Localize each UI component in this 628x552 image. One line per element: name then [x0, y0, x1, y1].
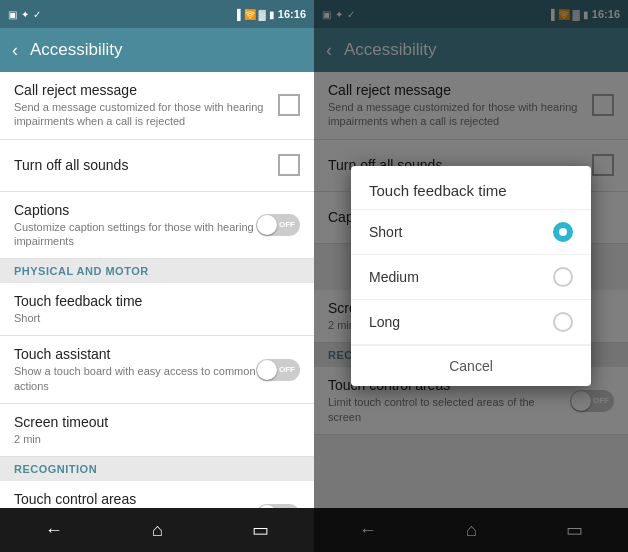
battery-icon: ▮ [269, 9, 275, 20]
touch-assistant-item[interactable]: Touch assistant Show a touch board with … [0, 336, 314, 404]
touch-feedback-subtitle: Short [14, 311, 300, 325]
captions-toggle-label: OFF [279, 220, 295, 229]
touch-control-text: Touch control areas Limit touch control … [14, 491, 256, 508]
call-reject-text: Call reject message Send a message custo… [14, 82, 278, 129]
screenshot-icon: ▣ [8, 9, 17, 20]
left-status-bar: ▣ ✦ ✓ ▐ 🛜 ▓ ▮ 16:16 [0, 0, 314, 28]
sounds-title: Turn off all sounds [14, 157, 278, 173]
touch-control-item[interactable]: Touch control areas Limit touch control … [0, 481, 314, 508]
call-reject-subtitle: Send a message customized for those with… [14, 100, 278, 129]
call-reject-item[interactable]: Call reject message Send a message custo… [0, 72, 314, 140]
captions-toggle[interactable]: OFF [256, 214, 300, 236]
screen-timeout-item[interactable]: Screen timeout 2 min [0, 404, 314, 457]
check-icon: ✓ [33, 9, 41, 20]
left-status-right: ▐ 🛜 ▓ ▮ 16:16 [233, 8, 306, 20]
touch-assistant-toggle-knob [257, 360, 277, 380]
dialog-option-medium[interactable]: Medium [351, 255, 591, 300]
screen-timeout-text: Screen timeout 2 min [14, 414, 300, 446]
captions-toggle-knob [257, 215, 277, 235]
sounds-item[interactable]: Turn off all sounds [0, 140, 314, 192]
dialog-long-label: Long [369, 314, 400, 330]
captions-text: Captions Customize caption settings for … [14, 202, 256, 249]
captions-subtitle: Customize caption settings for those wit… [14, 220, 256, 249]
left-phone-panel: ▣ ✦ ✓ ▐ 🛜 ▓ ▮ 16:16 ‹ Accessibility Call… [0, 0, 314, 552]
dialog-medium-radio[interactable] [553, 267, 573, 287]
dialog-long-radio[interactable] [553, 312, 573, 332]
left-recent-nav[interactable]: ▭ [232, 511, 289, 549]
touch-feedback-dialog: Touch feedback time Short Medium Long Ca… [351, 166, 591, 386]
touch-assistant-toggle[interactable]: OFF [256, 359, 300, 381]
touch-assistant-subtitle: Show a touch board with easy access to c… [14, 364, 256, 393]
wifi-icon: 🛜 [244, 9, 256, 20]
dialog-overlay: Touch feedback time Short Medium Long Ca… [314, 0, 628, 552]
signal-icon: ▐ [233, 9, 240, 20]
touch-control-title: Touch control areas [14, 491, 256, 507]
right-phone-panel: ▣ ✦ ✓ ▐ 🛜 ▓ ▮ 16:16 ‹ Accessibility Call… [314, 0, 628, 552]
call-reject-checkbox[interactable] [278, 94, 300, 116]
dialog-option-long[interactable]: Long [351, 300, 591, 345]
dialog-short-radio-inner [559, 228, 567, 236]
left-time: 16:16 [278, 8, 306, 20]
left-top-bar: ‹ Accessibility [0, 28, 314, 72]
dialog-short-label: Short [369, 224, 402, 240]
sounds-text: Turn off all sounds [14, 157, 278, 173]
dialog-short-radio[interactable] [553, 222, 573, 242]
touch-feedback-text: Touch feedback time Short [14, 293, 300, 325]
sounds-checkbox[interactable] [278, 154, 300, 176]
screen-timeout-title: Screen timeout [14, 414, 300, 430]
screen-timeout-subtitle: 2 min [14, 432, 300, 446]
dialog-cancel-button[interactable]: Cancel [351, 345, 591, 386]
captions-title: Captions [14, 202, 256, 218]
left-page-title: Accessibility [30, 40, 123, 60]
dialog-option-short[interactable]: Short [351, 210, 591, 255]
recognition-section-header: RECOGNITION [0, 457, 314, 481]
physical-section-header: PHYSICAL AND MOTOR [0, 259, 314, 283]
left-nav-bar: ← ⌂ ▭ [0, 508, 314, 552]
touch-control-toggle[interactable]: OFF [256, 504, 300, 508]
left-back-button[interactable]: ‹ [12, 40, 18, 61]
call-reject-title: Call reject message [14, 82, 278, 98]
left-status-icons: ▣ ✦ ✓ [8, 9, 41, 20]
touch-assistant-title: Touch assistant [14, 346, 256, 362]
left-content: Call reject message Send a message custo… [0, 72, 314, 508]
captions-item[interactable]: Captions Customize caption settings for … [0, 192, 314, 260]
touch-feedback-item[interactable]: Touch feedback time Short [0, 283, 314, 336]
touch-assistant-toggle-label: OFF [279, 365, 295, 374]
touch-assistant-text: Touch assistant Show a touch board with … [14, 346, 256, 393]
network-icon: ▓ [259, 9, 266, 20]
touch-control-toggle-knob [257, 505, 277, 508]
left-home-nav[interactable]: ⌂ [132, 512, 183, 549]
dialog-medium-label: Medium [369, 269, 419, 285]
dialog-title: Touch feedback time [351, 166, 591, 210]
star-icon: ✦ [21, 9, 29, 20]
touch-feedback-title: Touch feedback time [14, 293, 300, 309]
left-back-nav[interactable]: ← [25, 512, 83, 549]
